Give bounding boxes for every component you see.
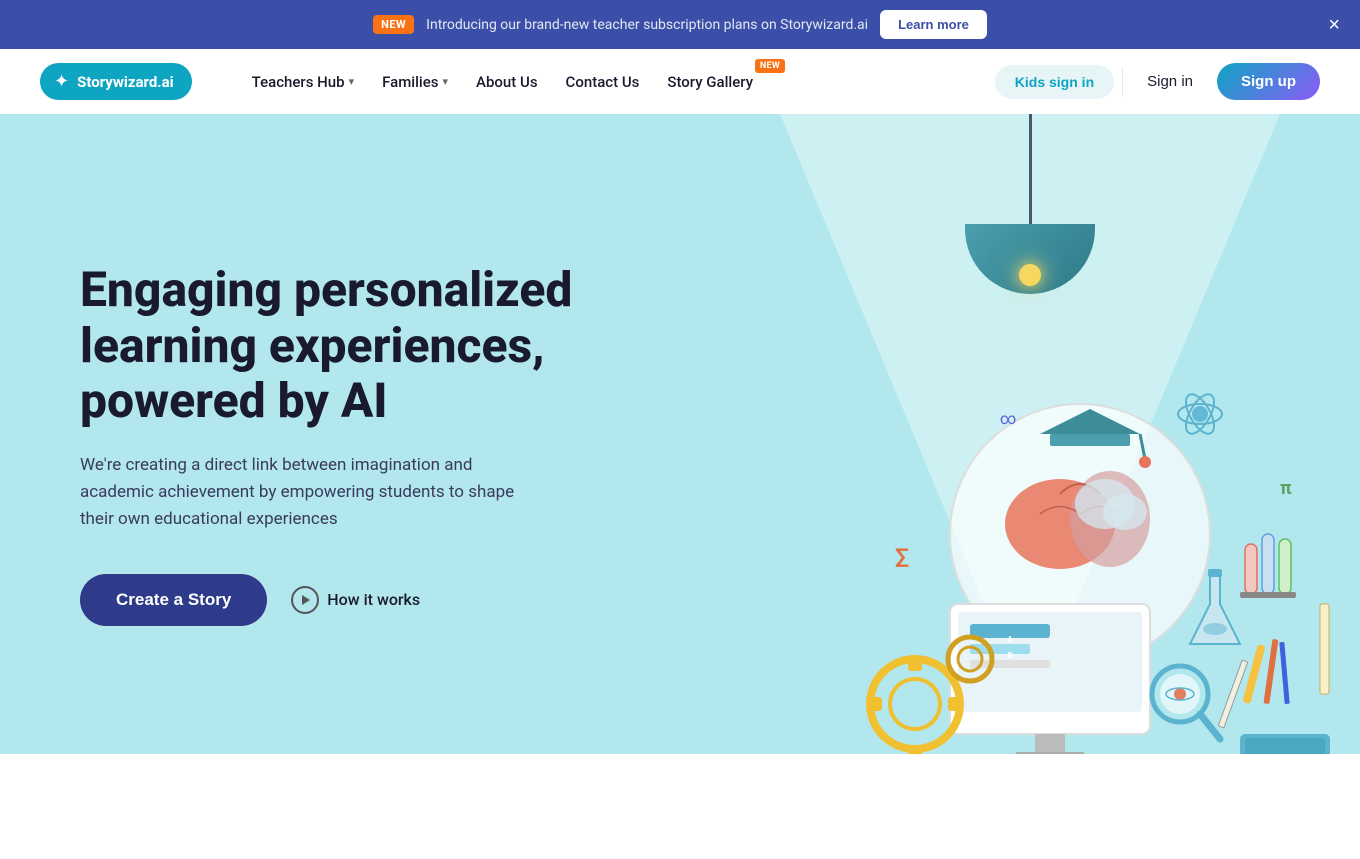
nav-item-contact-us[interactable]: Contact Us	[554, 65, 652, 99]
logo-text: Storywizard.ai	[77, 73, 174, 91]
svg-text:∑: ∑	[895, 545, 909, 570]
svg-text:π: π	[1280, 478, 1292, 499]
nav-item-teachers-hub[interactable]: Teachers Hub ▾	[240, 65, 366, 99]
hero-description: We're creating a direct link between ima…	[80, 452, 540, 534]
how-it-works-link[interactable]: How it works	[291, 586, 420, 614]
hero-illustration: A B	[680, 114, 1360, 754]
create-story-button[interactable]: Create a Story	[80, 574, 267, 626]
play-triangle-icon	[302, 595, 310, 605]
kids-signin-button[interactable]: Kids sign in	[995, 65, 1114, 99]
chevron-down-icon: ▾	[349, 75, 355, 88]
logo-container[interactable]: ✦ Storywizard.ai	[40, 63, 192, 100]
nav-item-story-gallery[interactable]: Story Gallery NEW	[655, 65, 781, 99]
nav-divider	[1122, 67, 1123, 97]
hero-actions: Create a Story How it works	[80, 574, 640, 626]
nav-item-about-us[interactable]: About Us	[464, 65, 550, 99]
signin-button[interactable]: Sign in	[1131, 64, 1209, 99]
lamp-cord	[1029, 114, 1032, 224]
bottom-section	[0, 754, 1360, 834]
lamp-shade	[965, 224, 1095, 294]
close-banner-button[interactable]: ×	[1328, 15, 1340, 35]
signup-button[interactable]: Sign up	[1217, 63, 1320, 100]
nav-links: Teachers Hub ▾ Families ▾ About Us Conta…	[240, 65, 963, 99]
lamp-bulb	[1019, 264, 1041, 286]
new-badge-banner: NEW	[373, 15, 414, 34]
svg-text:B: B	[1007, 651, 1012, 660]
announcement-text: Introducing our brand-new teacher subscr…	[426, 17, 868, 33]
svg-text:A: A	[1007, 635, 1013, 644]
hero-content: Engaging personalized learning experienc…	[80, 262, 640, 625]
learn-more-button[interactable]: Learn more	[880, 10, 987, 39]
logo-icon: ✦	[54, 71, 69, 92]
hero-title: Engaging personalized learning experienc…	[80, 262, 640, 428]
logo[interactable]: ✦ Storywizard.ai	[40, 63, 192, 100]
announcement-banner: NEW Introducing our brand-new teacher su…	[0, 0, 1360, 49]
nav-item-families[interactable]: Families ▾	[370, 65, 460, 99]
nav-actions: Kids sign in Sign in Sign up	[995, 63, 1320, 100]
chevron-down-icon: ▾	[443, 75, 449, 88]
new-badge-nav: NEW	[755, 59, 785, 73]
play-icon	[291, 586, 319, 614]
svg-text:∞: ∞	[1000, 409, 1016, 428]
navbar: ✦ Storywizard.ai Teachers Hub ▾ Families…	[0, 49, 1360, 114]
hero-section: Engaging personalized learning experienc…	[0, 114, 1360, 754]
lamp	[965, 114, 1095, 294]
